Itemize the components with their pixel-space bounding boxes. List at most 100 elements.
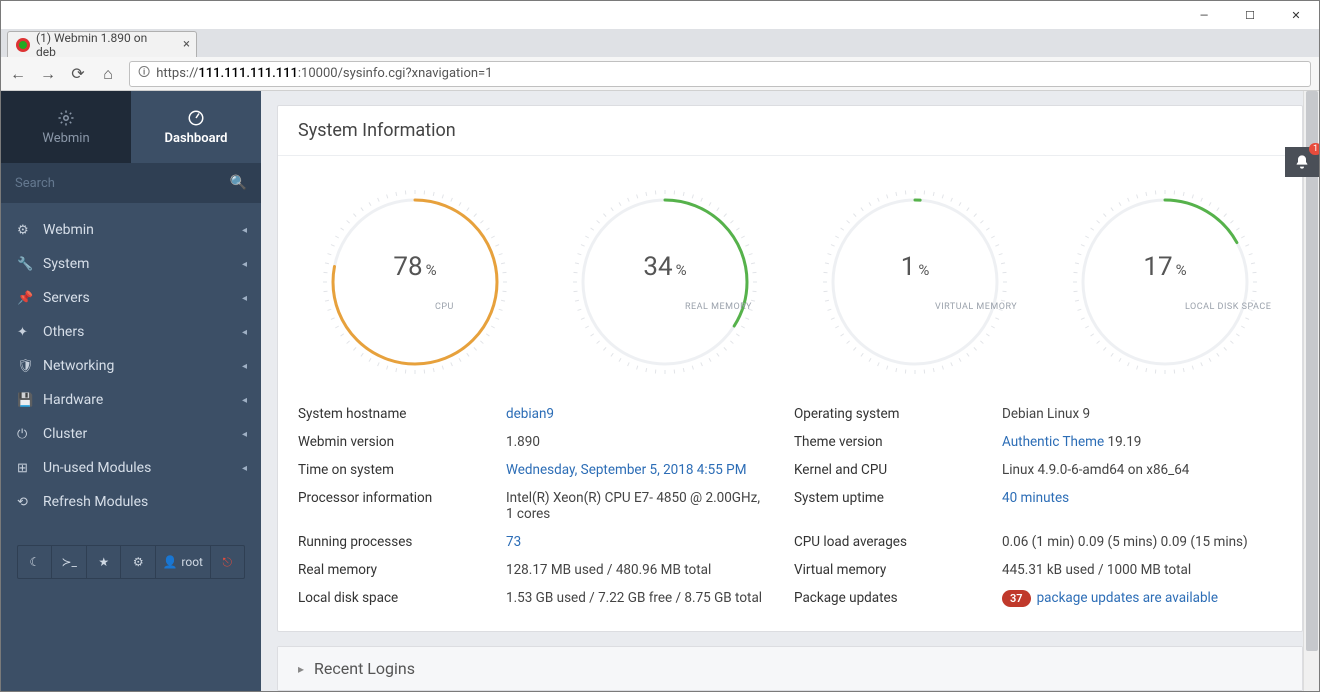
- nav-reload-button[interactable]: ⟳: [69, 65, 87, 83]
- value-virtual-memory: 445.31 kB used / 1000 MB total: [1002, 562, 1282, 578]
- label-processor: Processor information: [298, 490, 498, 522]
- sidebar-item-refresh[interactable]: ⟲ Refresh Modules: [1, 485, 261, 519]
- sidebar-item-unused[interactable]: ⊞ Un-used Modules ◂: [1, 451, 261, 485]
- sidebar-item-label: Servers: [43, 290, 90, 306]
- time-link[interactable]: Wednesday, September 5, 2018 4:55 PM: [506, 462, 746, 478]
- sidebar-tab-dashboard[interactable]: Dashboard: [131, 91, 261, 163]
- nav-back-button[interactable]: ←: [9, 65, 27, 83]
- value-packages: 37package updates are available: [1002, 590, 1282, 607]
- browser-tab[interactable]: (1) Webmin 1.890 on deb ×: [7, 31, 197, 57]
- gauge-cpu[interactable]: 78% CPU: [298, 182, 532, 382]
- package-updates-link[interactable]: package updates are available: [1037, 590, 1218, 606]
- sidebar-tab-label: Webmin: [42, 131, 89, 146]
- panel-body: 78% CPU 34% REAL MEMORY 1% VIRTUAL MEMOR…: [278, 156, 1302, 631]
- sidebar-item-label: System: [43, 256, 89, 272]
- uptime-link[interactable]: 40 minutes: [1002, 490, 1069, 506]
- window-close-button[interactable]: ✕: [1273, 1, 1319, 29]
- label-uptime: System uptime: [794, 490, 994, 522]
- value-webmin-version: 1.890: [506, 434, 786, 450]
- gauge-real-memory[interactable]: 34% REAL MEMORY: [548, 182, 782, 382]
- tab-close-icon[interactable]: ×: [183, 37, 190, 52]
- label-load: CPU load averages: [794, 534, 994, 550]
- value-theme: Authentic Theme 19.19: [1002, 434, 1282, 450]
- running-link[interactable]: 73: [506, 534, 521, 550]
- info-grid: System hostname debian9 Operating system…: [298, 406, 1282, 607]
- sidebar-item-others[interactable]: ✦Others◂: [1, 315, 261, 349]
- caret-left-icon: ◂: [242, 327, 247, 338]
- hostname-link[interactable]: debian9: [506, 406, 554, 422]
- label-os: Operating system: [794, 406, 994, 422]
- logout-button[interactable]: ⎋: [211, 546, 244, 578]
- sidebar-search[interactable]: 🔍: [1, 163, 261, 203]
- label-theme: Theme version: [794, 434, 994, 450]
- label-hostname: System hostname: [298, 406, 498, 422]
- window-maximize-button[interactable]: ☐: [1227, 1, 1273, 29]
- browser-tab-title: (1) Webmin 1.890 on deb: [36, 31, 170, 59]
- gauge-label: VIRTUAL MEMORY: [935, 302, 1017, 312]
- gauge-virtual-memory[interactable]: 1% VIRTUAL MEMORY: [798, 182, 1032, 382]
- modules-icon: ⊞: [17, 461, 33, 476]
- caret-left-icon: ◂: [242, 395, 247, 406]
- star-icon: ★: [98, 555, 109, 569]
- page-viewport: Webmin Dashboard 🔍 ⚙Webmin◂ 🔧 System ◂ 📌 Se…: [1, 91, 1319, 691]
- gauge-svg: [815, 182, 1015, 382]
- sidebar-menu: ⚙Webmin◂ 🔧System◂ 📌Servers◂ ✦Others◂ 🛡Ne…: [1, 203, 261, 525]
- gauge-svg: [315, 182, 515, 382]
- webmin-icon: [57, 109, 75, 127]
- power-icon: ⏻: [17, 427, 33, 442]
- search-icon: 🔍: [230, 175, 247, 191]
- notification-count: 1: [1309, 143, 1319, 155]
- sidebar-item-label: Others: [43, 324, 84, 340]
- label-packages: Package updates: [794, 590, 994, 607]
- caret-left-icon: ◂: [242, 225, 247, 236]
- nav-forward-button[interactable]: →: [39, 65, 57, 83]
- settings-button[interactable]: ⚙: [121, 546, 155, 578]
- browser-tabstrip: (1) Webmin 1.890 on deb ×: [1, 29, 1319, 57]
- value-hostname: debian9: [506, 406, 786, 422]
- sidebar-item-system[interactable]: 🔧System◂: [1, 247, 261, 281]
- caret-left-icon: ◂: [242, 361, 247, 372]
- terminal-button[interactable]: ≻_: [52, 546, 86, 578]
- browser-toolbar: ← → ⟳ ⌂ 🛈 https:// 111.111.111.111 :1000…: [1, 57, 1319, 91]
- search-input[interactable]: [15, 176, 230, 191]
- night-mode-button[interactable]: ☾: [18, 546, 52, 578]
- main-content: System Information 78% CPU 34% REAL MEMO…: [261, 91, 1319, 691]
- sidebar-item-label: Un-used Modules: [43, 460, 151, 476]
- user-button[interactable]: 👤root: [156, 546, 211, 578]
- gauge-local-disk-space[interactable]: 17% LOCAL DISK SPACE: [1048, 182, 1282, 382]
- gauge-label: CPU: [435, 302, 454, 312]
- sidebar: Webmin Dashboard 🔍 ⚙Webmin◂ 🔧 System ◂ 📌 Se…: [1, 91, 261, 691]
- gauge-svg: [1065, 182, 1265, 382]
- gauge-percent: 17%: [1048, 252, 1282, 282]
- window-titlebar: ― ☐ ✕: [1, 1, 1319, 29]
- sidebar-item-hardware[interactable]: 💾Hardware◂: [1, 383, 261, 417]
- recent-logins-header[interactable]: ▸ Recent Logins: [278, 647, 1302, 690]
- sidebar-item-cluster[interactable]: ⏻Cluster◂: [1, 417, 261, 451]
- value-kernel: Linux 4.9.0-6-amd64 on x86_64: [1002, 462, 1282, 478]
- notifications-button[interactable]: 1: [1285, 147, 1319, 177]
- pin-icon: 📌: [17, 291, 33, 306]
- window-minimize-button[interactable]: ―: [1181, 1, 1227, 29]
- favorite-button[interactable]: ★: [87, 546, 121, 578]
- sidebar-item-servers[interactable]: 📌 Servers ◂: [1, 281, 261, 315]
- wrench-icon: 🔧: [17, 257, 33, 272]
- sidebar-tab-webmin[interactable]: Webmin: [1, 91, 131, 163]
- label-disk: Local disk space: [298, 590, 498, 607]
- caret-left-icon: ◂: [242, 463, 247, 474]
- url-path: :10000/sysinfo.cgi?xnavigation=1: [298, 66, 493, 81]
- refresh-icon: ⟲: [17, 495, 33, 510]
- caret-left-icon: ◂: [242, 293, 247, 304]
- theme-link[interactable]: Authentic Theme: [1002, 434, 1104, 450]
- gauge-label: LOCAL DISK SPACE: [1185, 302, 1271, 312]
- gauge-percent: 78%: [298, 252, 532, 282]
- panel-title: System Information: [278, 106, 1302, 156]
- sidebar-item-networking[interactable]: 🛡Networking◂: [1, 349, 261, 383]
- recent-logins-panel[interactable]: ▸ Recent Logins: [277, 646, 1303, 691]
- disk-icon: 💾: [17, 393, 33, 408]
- sidebar-item-label: Refresh Modules: [43, 494, 148, 510]
- address-bar[interactable]: 🛈 https:// 111.111.111.111 :10000/sysinf…: [129, 61, 1311, 87]
- nav-home-button[interactable]: ⌂: [99, 65, 117, 83]
- sidebar-item-webmin[interactable]: ⚙Webmin◂: [1, 213, 261, 247]
- value-real-memory: 128.17 MB used / 480.96 MB total: [506, 562, 786, 578]
- value-running: 73: [506, 534, 786, 550]
